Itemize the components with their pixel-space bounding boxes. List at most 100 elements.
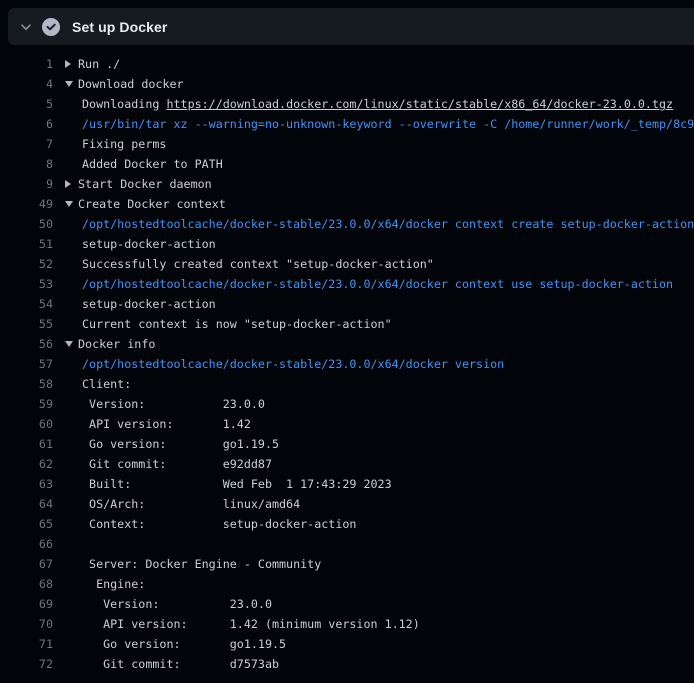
line-number[interactable]: 51	[0, 234, 53, 254]
log-group-line[interactable]: 49 Create Docker context	[0, 194, 694, 214]
line-number[interactable]: 5	[0, 94, 53, 114]
line-number[interactable]: 62	[0, 454, 53, 474]
log-line: 6/usr/bin/tar xz --warning=no-unknown-ke…	[0, 114, 694, 134]
log-line-content: /opt/hostedtoolcache/docker-stable/23.0.…	[78, 214, 694, 234]
expander-slot	[53, 60, 78, 68]
log-link[interactable]: https://download.docker.com/linux/static…	[166, 97, 673, 111]
log-group-line[interactable]: 9 Start Docker daemon	[0, 174, 694, 194]
chevron-down-icon[interactable]	[18, 19, 34, 35]
line-number[interactable]: 4	[0, 74, 53, 94]
log-line: 52 Successfully created context "setup-do…	[0, 254, 694, 274]
log-text: API version: 1.42 (minimum version 1.12)	[82, 617, 420, 631]
log-line-content: Go version: go1.19.5	[78, 634, 286, 654]
line-number[interactable]: 68	[0, 574, 53, 594]
log-line-content: Version: 23.0.0	[78, 594, 272, 614]
line-number[interactable]: 61	[0, 434, 53, 454]
line-number[interactable]: 63	[0, 474, 53, 494]
line-number[interactable]: 55	[0, 314, 53, 334]
log-line: 70 API version: 1.42 (minimum version 1.…	[0, 614, 694, 634]
log-line: 58Client:	[0, 374, 694, 394]
log-line-content: Server: Docker Engine - Community	[78, 554, 321, 574]
log-text: setup-docker-action	[82, 297, 216, 311]
line-number[interactable]: 67	[0, 554, 53, 574]
log-text: Current context is now "setup-docker-act…	[82, 317, 392, 331]
line-number[interactable]: 6	[0, 114, 53, 134]
log-line-content: Successfully created context "setup-dock…	[78, 254, 434, 274]
log-line-content: Fixing perms	[78, 134, 166, 154]
log-line-content: Version: 23.0.0	[78, 394, 265, 414]
log-text: API version: 1.42	[82, 417, 251, 431]
step-header[interactable]: Set up Docker	[8, 8, 694, 45]
line-number[interactable]: 57	[0, 354, 53, 374]
line-number[interactable]: 54	[0, 294, 53, 314]
line-number[interactable]: 70	[0, 614, 53, 634]
log-line-content: API version: 1.42 (minimum version 1.12)	[78, 614, 420, 634]
log-line-content: Git commit: d7573ab	[78, 654, 279, 674]
line-number[interactable]: 50	[0, 214, 53, 234]
expander-slot	[53, 201, 78, 207]
line-number[interactable]: 66	[0, 534, 53, 554]
log-line: 61 Go version: go1.19.5	[0, 434, 694, 454]
log-line-content: Current context is now "setup-docker-act…	[78, 314, 392, 334]
group-expanded-icon[interactable]	[65, 341, 73, 347]
check-circle-icon	[42, 18, 60, 36]
line-number[interactable]: 58	[0, 374, 53, 394]
log-group-line[interactable]: 4 Download docker	[0, 74, 694, 94]
group-title: Start Docker daemon	[78, 177, 212, 191]
log-text: Git commit: e92dd87	[82, 457, 272, 471]
log-line-content: /usr/bin/tar xz --warning=no-unknown-key…	[78, 114, 694, 134]
line-number[interactable]: 49	[0, 194, 53, 214]
line-number[interactable]: 69	[0, 594, 53, 614]
step-title: Set up Docker	[72, 19, 167, 35]
log-text: OS/Arch: linux/amd64	[82, 497, 300, 511]
log-line-content: Context: setup-docker-action	[78, 514, 356, 534]
group-expanded-icon[interactable]	[65, 81, 73, 87]
line-number[interactable]: 72	[0, 654, 53, 674]
line-number[interactable]: 9	[0, 174, 53, 194]
log-line: 54 setup-docker-action	[0, 294, 694, 314]
log-line: 65 Context: setup-docker-action	[0, 514, 694, 534]
log-group-line[interactable]: 1 Run ./	[0, 54, 694, 74]
log-line: 66	[0, 534, 694, 554]
log-line-content: Engine:	[78, 574, 145, 594]
line-number[interactable]: 65	[0, 514, 53, 534]
log-line-content: Docker info	[78, 334, 155, 354]
log-line-content: Download docker	[78, 74, 184, 94]
log-text: Git commit: d7573ab	[82, 657, 279, 671]
line-number[interactable]: 1	[0, 54, 53, 74]
command-text: /usr/bin/tar xz --warning=no-unknown-key…	[82, 117, 694, 131]
log-line: 62 Git commit: e92dd87	[0, 454, 694, 474]
group-collapsed-icon[interactable]	[65, 60, 71, 68]
log-text: Engine:	[82, 577, 145, 591]
group-title: Run ./	[78, 57, 120, 71]
log-text: Added Docker to PATH	[82, 157, 223, 171]
line-number[interactable]: 56	[0, 334, 53, 354]
line-number[interactable]: 64	[0, 494, 53, 514]
line-number[interactable]: 59	[0, 394, 53, 414]
line-number[interactable]: 71	[0, 634, 53, 654]
log-line: 71 Go version: go1.19.5	[0, 634, 694, 654]
log-line-content: Run ./	[78, 54, 120, 74]
expander-slot	[53, 180, 78, 188]
expander-slot	[53, 341, 78, 347]
log-line-content: setup-docker-action	[78, 234, 216, 254]
line-number[interactable]: 52	[0, 254, 53, 274]
log-line: 57/opt/hostedtoolcache/docker-stable/23.…	[0, 354, 694, 374]
log-text: Downloading	[82, 97, 166, 111]
line-number[interactable]: 8	[0, 154, 53, 174]
group-expanded-icon[interactable]	[65, 201, 73, 207]
log-group-line[interactable]: 56 Docker info	[0, 334, 694, 354]
expander-slot	[53, 81, 78, 87]
log-line: 64 OS/Arch: linux/amd64	[0, 494, 694, 514]
log-text: Context: setup-docker-action	[82, 517, 356, 531]
log-line: 63 Built: Wed Feb 1 17:43:29 2023	[0, 474, 694, 494]
line-number[interactable]: 60	[0, 414, 53, 434]
log-line-content: Start Docker daemon	[78, 174, 212, 194]
log-line-content: /opt/hostedtoolcache/docker-stable/23.0.…	[78, 354, 504, 374]
line-number[interactable]: 7	[0, 134, 53, 154]
log-text: Fixing perms	[82, 137, 166, 151]
group-title: Create Docker context	[78, 197, 226, 211]
line-number[interactable]: 53	[0, 274, 53, 294]
group-collapsed-icon[interactable]	[65, 180, 71, 188]
command-text: /opt/hostedtoolcache/docker-stable/23.0.…	[82, 217, 694, 231]
